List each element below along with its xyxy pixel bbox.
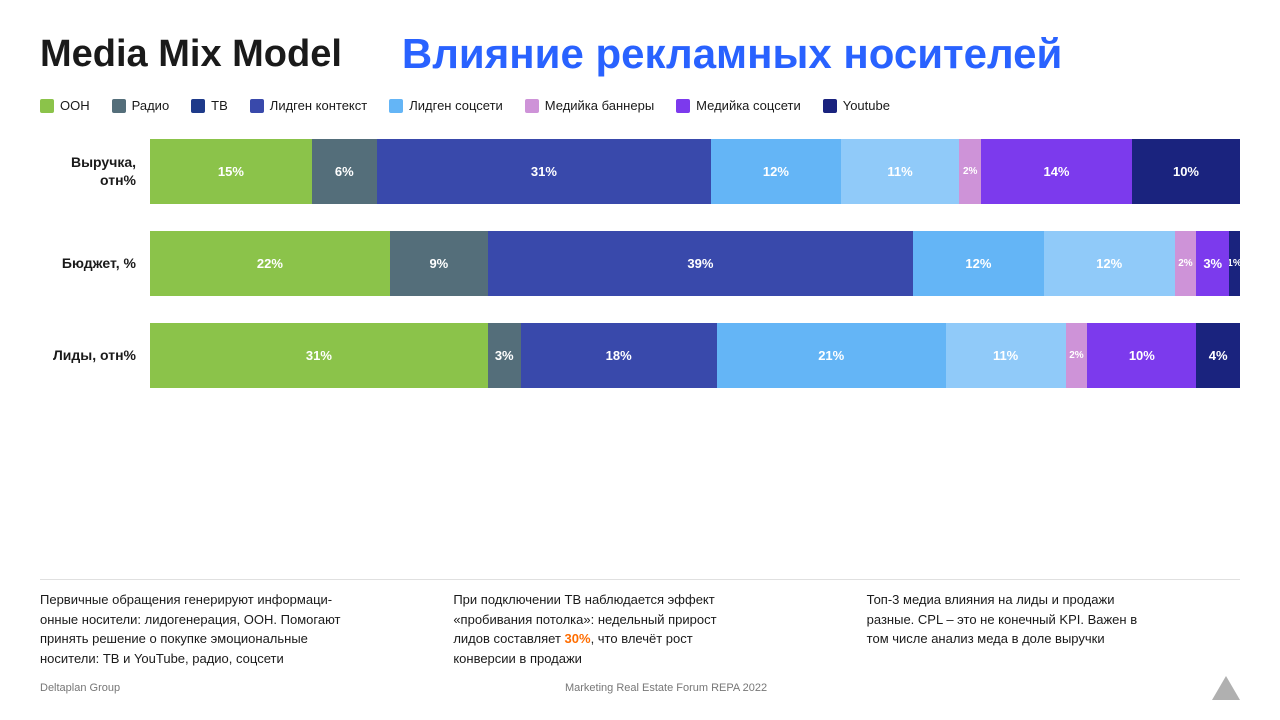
legend-label-mediyka-bannery: Медийка баннеры [545, 98, 654, 113]
footer: Deltaplan Group Marketing Real Estate Fo… [40, 676, 1240, 700]
footer-left: Deltaplan Group [40, 682, 120, 694]
chart-label-1: Бюджет, % [40, 254, 150, 272]
legend-label-mediyka-socseti: Медийка соцсети [696, 98, 801, 113]
bar-segment-2-5: 2% [1066, 323, 1088, 388]
legend-color-radio [112, 99, 126, 113]
legend-label-lidgen-socseti: Лидген соцсети [409, 98, 503, 113]
bar-segment-1-7: 1% [1229, 231, 1240, 296]
bar-segment-0-6: 14% [981, 139, 1132, 204]
bottom-item-1: Первичные обращения генерируют информаци… [40, 590, 413, 668]
legend-item-lidgen-kontekst: Лидген контекст [250, 98, 367, 113]
legend-label-ooh: ООН [60, 98, 90, 113]
chart-row-2: Лиды, отн% 31% 3% 18% 21% 11% 2% 10% 4% [40, 315, 1240, 395]
bar-segment-1-0: 22% [150, 231, 390, 296]
bar-segment-0-7: 10% [1132, 139, 1240, 204]
legend-color-ooh [40, 99, 54, 113]
bar-segment-2-7: 4% [1196, 323, 1240, 388]
bar-segment-0-4: 11% [841, 139, 960, 204]
bar-segment-0-2: 31% [377, 139, 712, 204]
bar-segment-0-1: 6% [312, 139, 377, 204]
triangle-icon [1212, 676, 1240, 700]
bottom-section: Первичные обращения генерируют информаци… [40, 579, 1240, 668]
legend-color-mediyka-socseti [676, 99, 690, 113]
bar-label-0-7: 10% [1173, 164, 1199, 179]
bar-segment-2-0: 31% [150, 323, 488, 388]
bar-segment-1-3: 12% [913, 231, 1044, 296]
bar-container-0: 15% 6% 31% 12% 11% 2% 14% 10% [150, 139, 1240, 204]
bar-label-2-1: 3% [495, 348, 514, 363]
title-black: Media Mix Model [40, 33, 342, 76]
bar-label-1-4: 12% [1096, 256, 1122, 271]
legend-color-youtube [823, 99, 837, 113]
bar-label-1-6: 3% [1203, 256, 1222, 271]
chart-row-0: Выручка,отн% 15% 6% 31% 12% 11% 2% 14% 10% [40, 131, 1240, 211]
title-blue: Влияние рекламных носителей [402, 30, 1062, 78]
chart-row-1: Бюджет, % 22% 9% 39% 12% 12% 2% 3% 1% [40, 223, 1240, 303]
bar-label-1-3: 12% [965, 256, 991, 271]
legend-label-radio: Радио [132, 98, 170, 113]
bar-segment-1-6: 3% [1196, 231, 1229, 296]
chart-label-2: Лиды, отн% [40, 346, 150, 364]
bar-label-0-4: 11% [887, 164, 912, 179]
bar-segment-1-1: 9% [390, 231, 488, 296]
bar-segment-2-6: 10% [1087, 323, 1196, 388]
page: Media Mix Model Влияние рекламных носите… [0, 0, 1280, 720]
legend-label-lidgen-kontekst: Лидген контекст [270, 98, 367, 113]
bar-label-2-3: 21% [818, 348, 844, 363]
legend-item-lidgen-socseti: Лидген соцсети [389, 98, 503, 113]
chart-label-0: Выручка,отн% [40, 153, 150, 189]
bar-label-1-0: 22% [257, 256, 283, 271]
header: Media Mix Model Влияние рекламных носите… [40, 30, 1240, 78]
legend-color-mediyka-bannery [525, 99, 539, 113]
legend-item-youtube: Youtube [823, 98, 890, 113]
bar-label-0-0: 15% [218, 164, 244, 179]
bar-label-0-3: 12% [763, 164, 789, 179]
bar-segment-2-1: 3% [488, 323, 521, 388]
bottom-item-2: При подключении ТВ наблюдается эффект «п… [453, 590, 826, 668]
bar-segment-0-3: 12% [711, 139, 841, 204]
bar-label-1-1: 9% [429, 256, 448, 271]
legend: ООН Радио ТВ Лидген контекст Лидген соцсети М… [40, 98, 1240, 113]
legend-color-tv [191, 99, 205, 113]
bar-segment-2-2: 18% [521, 323, 717, 388]
legend-label-tv: ТВ [211, 98, 228, 113]
bar-label-2-6: 10% [1129, 348, 1155, 363]
bar-label-0-5: 2% [963, 166, 977, 177]
bar-segment-2-4: 11% [946, 323, 1066, 388]
footer-center: Marketing Real Estate Forum REPA 2022 [565, 682, 767, 694]
bar-segment-0-5: 2% [959, 139, 981, 204]
bottom-item-3: Топ-3 медиа влияния на лиды и продажи ра… [867, 590, 1240, 668]
bar-label-0-1: 6% [335, 164, 354, 179]
bar-label-2-2: 18% [606, 348, 632, 363]
bar-segment-1-4: 12% [1044, 231, 1175, 296]
charts-container: Выручка,отн% 15% 6% 31% 12% 11% 2% 14% 10% Бюджет… [40, 131, 1240, 569]
bar-segment-2-3: 21% [717, 323, 946, 388]
bar-label-2-0: 31% [306, 348, 332, 363]
bar-label-1-5: 2% [1178, 258, 1192, 269]
bar-label-1-7: 1% [1229, 258, 1240, 269]
bar-container-1: 22% 9% 39% 12% 12% 2% 3% 1% [150, 231, 1240, 296]
legend-item-mediyka-socseti: Медийка соцсети [676, 98, 801, 113]
bar-segment-1-2: 39% [488, 231, 913, 296]
bar-label-1-2: 39% [687, 256, 713, 271]
bar-segment-0-0: 15% [150, 139, 312, 204]
bar-segment-1-5: 2% [1175, 231, 1197, 296]
legend-item-tv: ТВ [191, 98, 228, 113]
legend-item-mediyka-bannery: Медийка баннеры [525, 98, 654, 113]
legend-item-radio: Радио [112, 98, 170, 113]
highlight-percent: 30% [565, 631, 591, 646]
bar-label-2-4: 11% [993, 348, 1018, 363]
bar-label-0-6: 14% [1043, 164, 1069, 179]
legend-item-ooh: ООН [40, 98, 90, 113]
bar-label-2-5: 2% [1069, 350, 1083, 361]
bar-container-2: 31% 3% 18% 21% 11% 2% 10% 4% [150, 323, 1240, 388]
legend-color-lidgen-kontekst [250, 99, 264, 113]
legend-color-lidgen-socseti [389, 99, 403, 113]
bar-label-2-7: 4% [1209, 348, 1228, 363]
legend-label-youtube: Youtube [843, 98, 890, 113]
bar-label-0-2: 31% [531, 164, 557, 179]
